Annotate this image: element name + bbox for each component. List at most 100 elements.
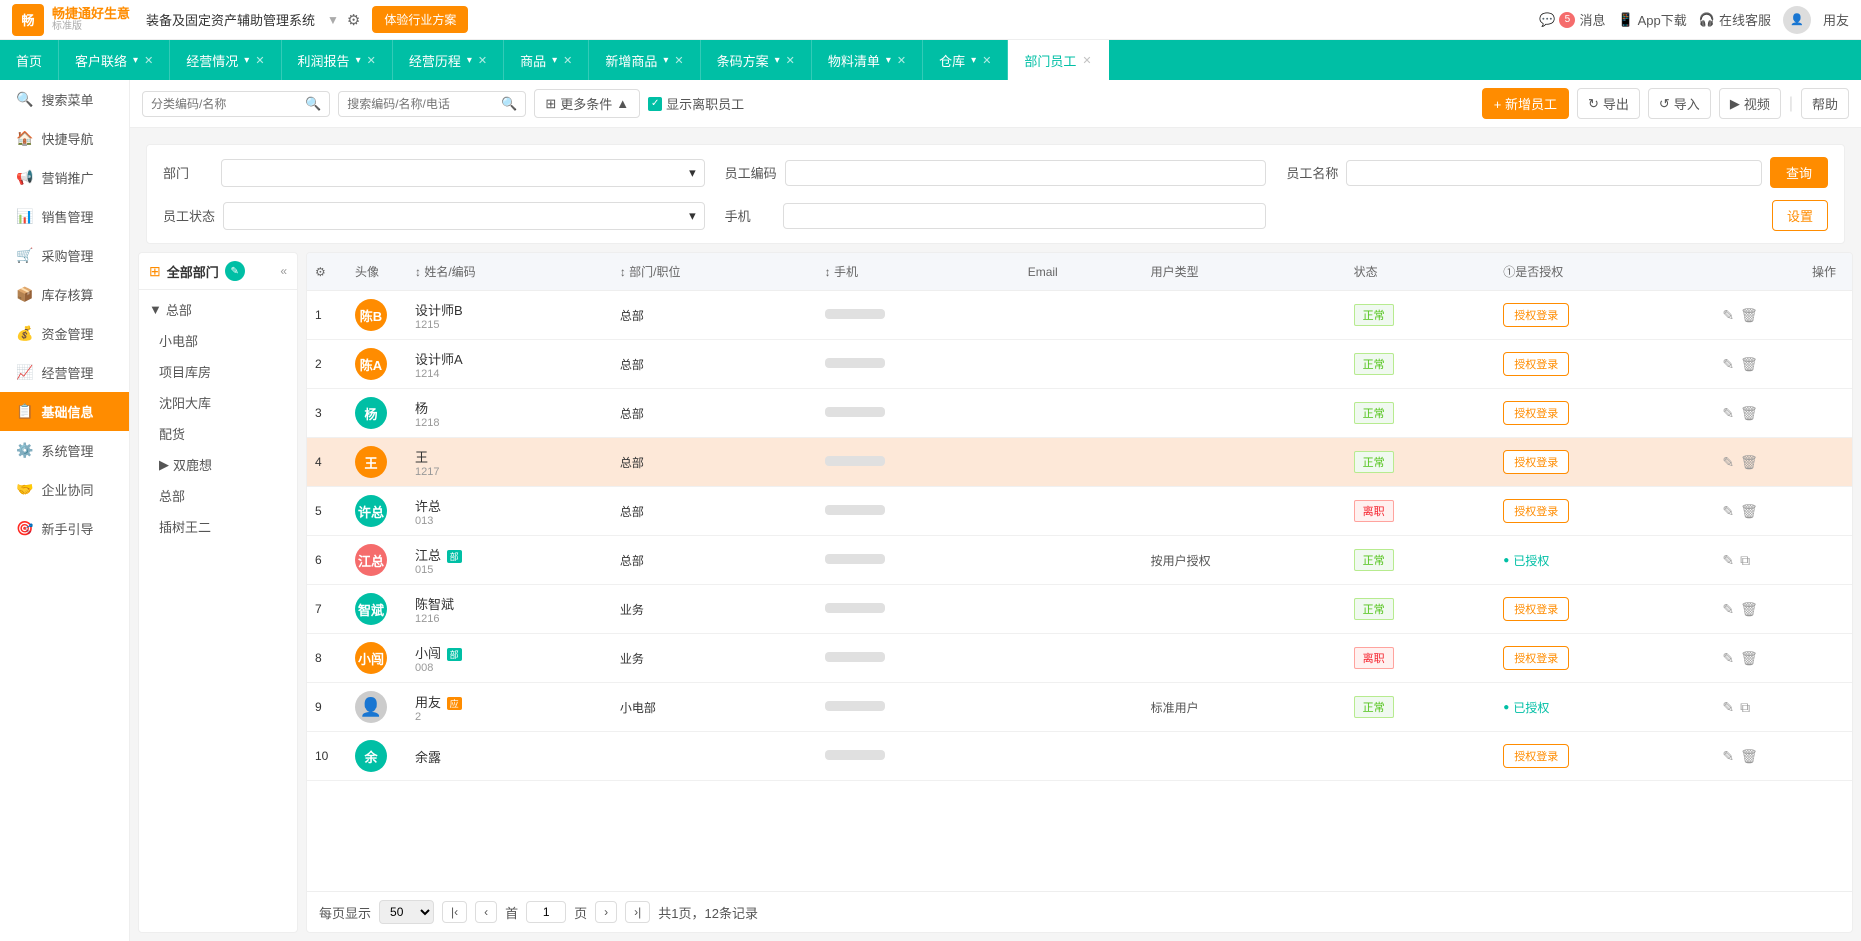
col-settings[interactable]: ⚙ [307,253,347,291]
edit-icon[interactable]: ✎ [1722,405,1734,422]
dept-node-shenyang[interactable]: 沈阳大库 [139,387,297,418]
page-size-select[interactable]: 50 100 [379,900,434,924]
sidebar-item-shortcuts[interactable]: 🏠 快捷导航 [0,119,129,158]
show-inactive-toggle[interactable]: ✓ 显示离职员工 [648,94,744,113]
tab-barcode[interactable]: 条码方案▾✕ [701,40,812,80]
sidebar-item-sales[interactable]: 📊 销售管理 [0,197,129,236]
set-btn[interactable]: 设置 [1772,200,1828,231]
copy-icon[interactable]: ⧉ [1740,552,1750,569]
category-search-input[interactable] [151,97,301,111]
more-filter-btn[interactable]: ⊞ 更多条件 ▲ [534,89,640,118]
tab-profit[interactable]: 利润报告▾✕ [282,40,393,80]
dept-node-zongbu[interactable]: 总部 [139,480,297,511]
delete-icon[interactable]: 🗑 [1740,356,1758,373]
tab-operation[interactable]: 经营情况▾✕ [170,40,281,80]
prev-page-btn[interactable]: ‹ [475,901,497,923]
message-btn[interactable]: 💬 5 消息 [1539,10,1605,29]
user-avatar[interactable]: 👤 [1783,6,1811,34]
copy-icon[interactable]: ⧉ [1740,699,1750,716]
delete-icon[interactable]: 🗑 [1740,601,1758,618]
staff-search-box[interactable]: 🔍 [338,91,526,117]
tab-home[interactable]: 首页 [0,40,59,80]
auth-btn[interactable]: 授权登录 [1503,744,1569,768]
settings-icon[interactable]: ⚙ [347,11,360,29]
sidebar-item-collab[interactable]: 🤝 企业协同 [0,470,129,509]
emp-code-input[interactable] [785,160,1267,186]
sidebar-item-finance[interactable]: 💰 资金管理 [0,314,129,353]
export-btn[interactable]: ↻ 导出 [1577,88,1640,119]
edit-icon[interactable]: ✎ [1722,650,1734,667]
staff-search-input[interactable] [347,97,497,111]
dept-node-shuanglu[interactable]: ▶ 双鹿想 [139,449,297,480]
page-size-label: 每页显示 [319,903,371,922]
next-page-btn[interactable]: › [595,901,617,923]
table-row: 3 杨 杨1218 总部 正常 授权登录 ✎🗑 [307,389,1852,438]
tab-bom[interactable]: 物料清单▾✕ [812,40,923,80]
auth-btn[interactable]: 授权登录 [1503,450,1569,474]
show-inactive-checkbox[interactable]: ✓ [648,97,662,111]
delete-icon[interactable]: 🗑 [1740,503,1758,520]
page-input[interactable] [526,901,566,923]
arrow-right-icon: ▶ [159,457,169,473]
edit-icon[interactable]: ✎ [1722,699,1734,716]
trial-btn[interactable]: 体验行业方案 [372,6,468,33]
dept-edit-icon[interactable]: ✎ [225,261,245,281]
first-page-btn[interactable]: |‹ [442,901,467,923]
category-search-box[interactable]: 🔍 [142,91,330,117]
col-phone[interactable]: ↕ 手机 [817,253,1020,291]
dept-node-chashuwang[interactable]: 插树王二 [139,511,297,542]
tab-add-goods[interactable]: 新增商品▾✕ [589,40,700,80]
edit-icon[interactable]: ✎ [1722,454,1734,471]
add-employee-btn[interactable]: + 新增员工 [1482,88,1569,119]
delete-icon[interactable]: 🗑 [1740,650,1758,667]
edit-icon[interactable]: ✎ [1722,552,1734,569]
last-page-btn[interactable]: ›| [625,901,650,923]
delete-icon[interactable]: 🗑 [1740,307,1758,324]
dept-node-projectroom[interactable]: 项目库房 [139,356,297,387]
search-btn[interactable]: 查询 [1770,157,1828,188]
dept-node-root[interactable]: ▼ 总部 [139,294,297,325]
dept-filter-select[interactable]: ▾ [221,159,705,187]
col-name[interactable]: ↕ 姓名/编码 [407,253,612,291]
dept-collapse-btn[interactable]: « [280,264,287,278]
auth-btn[interactable]: 授权登录 [1503,401,1569,425]
app-download-btn[interactable]: 📱 App下载 [1617,10,1686,29]
edit-icon[interactable]: ✎ [1722,601,1734,618]
delete-icon[interactable]: 🗑 [1740,405,1758,422]
tab-dept-staff[interactable]: 部门员工✕ [1008,40,1108,80]
dept-node-peihuo[interactable]: 配货 [139,418,297,449]
col-dept[interactable]: ↕ 部门/职位 [612,253,817,291]
auth-btn[interactable]: 授权登录 [1503,303,1569,327]
sidebar-item-purchase[interactable]: 🛒 采购管理 [0,236,129,275]
table-row: 2 陈A 设计师A1214 总部 正常 授权登录 ✎🗑 [307,340,1852,389]
emp-name-input[interactable] [1346,160,1762,186]
sidebar-item-business[interactable]: 📈 经营管理 [0,353,129,392]
help-btn[interactable]: 帮助 [1801,88,1849,119]
tab-warehouse[interactable]: 仓库▾✕ [923,40,1008,80]
edit-icon[interactable]: ✎ [1722,748,1734,765]
auth-btn[interactable]: 授权登录 [1503,646,1569,670]
sidebar-item-marketing[interactable]: 📢 营销推广 [0,158,129,197]
sidebar-item-search[interactable]: 🔍 搜索菜单 [0,80,129,119]
auth-btn[interactable]: 授权登录 [1503,597,1569,621]
sidebar-item-system[interactable]: ⚙️ 系统管理 [0,431,129,470]
phone-input[interactable] [783,203,1267,229]
tab-history[interactable]: 经营历程▾✕ [393,40,504,80]
status-filter-select[interactable]: ▾ [223,202,705,230]
sidebar-item-guide[interactable]: 🎯 新手引导 [0,509,129,548]
edit-icon[interactable]: ✎ [1722,356,1734,373]
sidebar-item-stock[interactable]: 📦 库存核算 [0,275,129,314]
tab-customer[interactable]: 客户联络▾✕ [59,40,170,80]
auth-btn[interactable]: 授权登录 [1503,499,1569,523]
edit-icon[interactable]: ✎ [1722,503,1734,520]
online-service-btn[interactable]: 🎧 在线客服 [1699,10,1771,29]
edit-icon[interactable]: ✎ [1722,307,1734,324]
sidebar-item-basic[interactable]: 📋 基础信息 [0,392,129,431]
auth-btn[interactable]: 授权登录 [1503,352,1569,376]
dept-node-xiaodian[interactable]: 小电部 [139,325,297,356]
delete-icon[interactable]: 🗑 [1740,454,1758,471]
view-btn[interactable]: ▶ 视频 [1719,88,1781,119]
import-btn[interactable]: ↺ 导入 [1648,88,1711,119]
tab-goods[interactable]: 商品▾✕ [504,40,589,80]
delete-icon[interactable]: 🗑 [1740,748,1758,765]
